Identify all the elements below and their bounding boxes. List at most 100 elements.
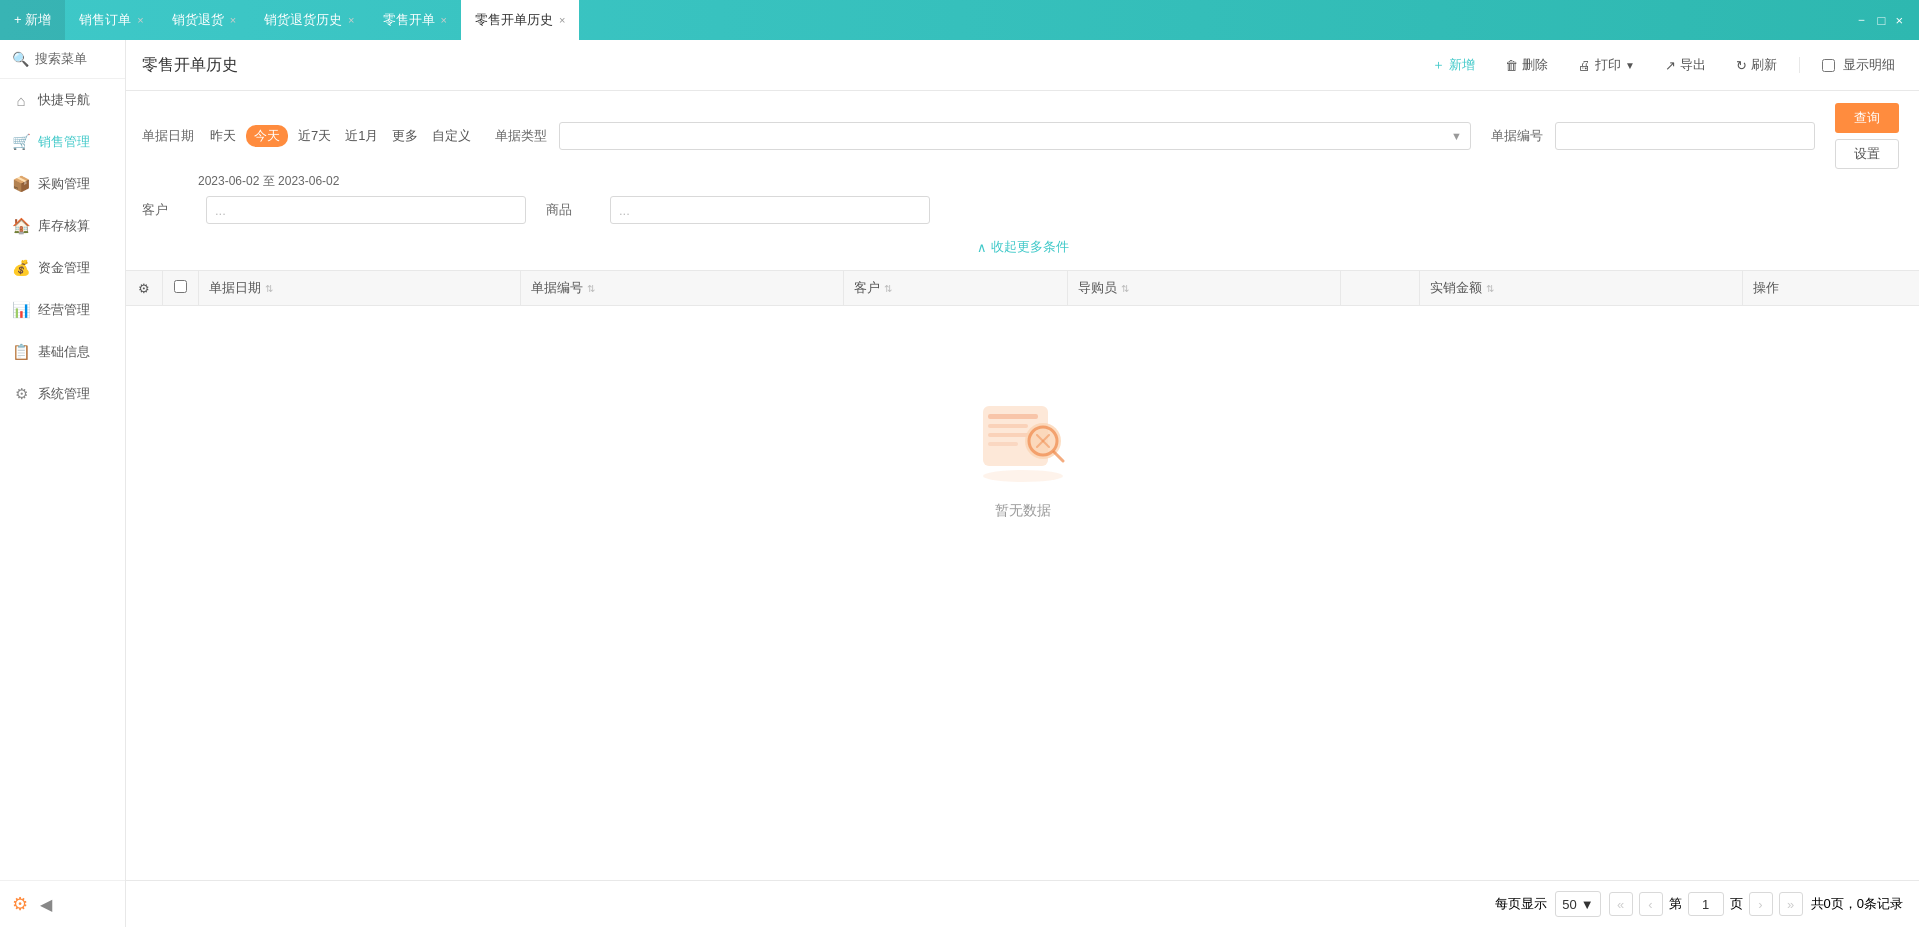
filter-date-item: 单据日期 昨天 今天 近7天 近1月 更多 自定义	[142, 125, 475, 147]
select-all-checkbox[interactable]	[174, 280, 187, 293]
svg-line-8	[1054, 452, 1063, 461]
doctype-select[interactable]: ▼	[559, 122, 1471, 150]
tab-retail-history-close[interactable]: ×	[559, 14, 565, 26]
page-label-after: 页	[1730, 895, 1743, 913]
search-icon: 🔍	[12, 51, 29, 67]
window-close-btn[interactable]: ×	[1895, 13, 1903, 28]
delete-button[interactable]: 🗑 删除	[1497, 52, 1556, 78]
action-buttons: 查询 设置	[1835, 103, 1903, 169]
tab-return-history[interactable]: 销货退货历史 ×	[250, 0, 368, 40]
docno-input[interactable]	[1555, 122, 1815, 150]
sidebar-item-basicinfo-label: 基础信息	[38, 343, 90, 361]
sidebar-item-quicknav[interactable]: ⌂ 快捷导航	[0, 79, 125, 121]
th-customer-sort[interactable]: 客户 ⇅	[854, 279, 1057, 297]
th-no-sort[interactable]: 单据编号 ⇅	[531, 279, 833, 297]
window-min-btn[interactable]: －	[1855, 11, 1868, 29]
refresh-icon: ↻	[1736, 58, 1747, 73]
sidebar-gear-icon[interactable]: ⚙	[12, 893, 28, 915]
print-icon: 🖨	[1578, 58, 1591, 73]
query-button[interactable]: 查询	[1835, 103, 1899, 133]
empty-cell: 暂无数据	[126, 306, 1919, 601]
refresh-button[interactable]: ↻ 刷新	[1728, 52, 1785, 78]
collapse-up-icon: ∧	[977, 240, 987, 255]
tab-sales-order-close[interactable]: ×	[137, 14, 143, 26]
th-amount-sort[interactable]: 实销金额 ⇅	[1430, 279, 1732, 297]
th-amount-label: 实销金额	[1430, 279, 1482, 297]
th-checkbox[interactable]	[162, 271, 198, 306]
tab-sales-order[interactable]: 销售订单 ×	[65, 0, 157, 40]
date-opt-1month[interactable]: 近1月	[341, 125, 382, 147]
setting-button[interactable]: 设置	[1835, 139, 1899, 169]
sidebar-search[interactable]: 🔍 搜索菜单	[0, 40, 125, 79]
customer-input[interactable]: ...	[206, 196, 526, 224]
th-action: 操作	[1743, 271, 1920, 306]
svg-point-0	[983, 470, 1063, 482]
toolbar: ＋ 新增 🗑 删除 🖨 打印 ▼ ↗ 导出 ↻ 刷新	[1424, 52, 1903, 78]
sidebar-item-system-label: 系统管理	[38, 385, 90, 403]
sidebar-item-inventory[interactable]: 🏠 库存核算	[0, 205, 125, 247]
th-date: 单据日期 ⇅	[198, 271, 521, 306]
th-gear[interactable]: ⚙	[126, 271, 162, 306]
sidebar-item-purchase-label: 采购管理	[38, 175, 90, 193]
last-page-btn[interactable]: »	[1779, 892, 1803, 916]
th-no: 单据编号 ⇅	[521, 271, 844, 306]
window-max-btn[interactable]: □	[1878, 13, 1886, 28]
sidebar-item-basicinfo[interactable]: 📋 基础信息	[0, 331, 125, 373]
next-page-btn[interactable]: ›	[1749, 892, 1773, 916]
customer-filter-label: 客户	[142, 201, 198, 219]
tab-home[interactable]: + 新增	[0, 0, 65, 40]
tab-return-label: 销货退货	[172, 11, 224, 29]
sidebar-item-system[interactable]: ⚙ 系统管理	[0, 373, 125, 415]
sidebar-item-operations[interactable]: 📊 经营管理	[0, 289, 125, 331]
svg-rect-3	[988, 424, 1028, 428]
content-area: 零售开单历史 ＋ 新增 🗑 删除 🖨 打印 ▼ ↗ 导出	[126, 40, 1919, 927]
date-opt-more[interactable]: 更多	[388, 125, 422, 147]
print-button[interactable]: 🖨 打印 ▼	[1570, 52, 1643, 78]
page-label-before: 第	[1669, 895, 1682, 913]
sidebar-item-sales[interactable]: 🛒 销售管理	[0, 121, 125, 163]
tab-retail-order[interactable]: 零售开单 ×	[369, 0, 461, 40]
th-spacer	[1340, 271, 1420, 306]
add-button[interactable]: ＋ 新增	[1424, 52, 1483, 78]
date-opt-custom[interactable]: 自定义	[428, 125, 475, 147]
export-button[interactable]: ↗ 导出	[1657, 52, 1714, 78]
display-detail-button[interactable]: 显示明细	[1814, 52, 1903, 78]
empty-text: 暂无数据	[995, 502, 1051, 520]
tab-retail-history[interactable]: 零售开单历史 ×	[461, 0, 579, 40]
tab-return-history-close[interactable]: ×	[348, 14, 354, 26]
sidebar-item-purchase[interactable]: 📦 采购管理	[0, 163, 125, 205]
filter-docno-item: 单据编号	[1491, 122, 1815, 150]
salesperson-sort-icon: ⇅	[1121, 283, 1129, 294]
purchase-icon: 📦	[12, 175, 30, 193]
window-controls: － □ ×	[1839, 11, 1919, 29]
sidebar-item-sales-label: 销售管理	[38, 133, 90, 151]
first-page-btn[interactable]: «	[1609, 892, 1633, 916]
goods-input[interactable]: ...	[610, 196, 930, 224]
th-customer-label: 客户	[854, 279, 880, 297]
date-opt-yesterday[interactable]: 昨天	[206, 125, 240, 147]
collapse-bar[interactable]: ∧ 收起更多条件	[142, 234, 1903, 264]
sidebar-item-finance-label: 资金管理	[38, 259, 90, 277]
date-opt-7days[interactable]: 近7天	[294, 125, 335, 147]
tab-retail-order-close[interactable]: ×	[441, 14, 447, 26]
system-icon: ⚙	[12, 385, 30, 403]
sidebar-collapse-icon[interactable]: ◀	[40, 895, 52, 914]
top-bar: + 新增 销售订单 × 销货退货 × 销货退货历史 × 零售开单 × 零售开单历…	[0, 0, 1919, 40]
gear-icon[interactable]: ⚙	[138, 281, 150, 296]
display-detail-checkbox[interactable]	[1822, 59, 1835, 72]
tab-home-label: + 新增	[14, 11, 51, 29]
prev-page-btn[interactable]: ‹	[1639, 892, 1663, 916]
tab-return[interactable]: 销货退货 ×	[158, 0, 250, 40]
th-salesperson-sort[interactable]: 导购员 ⇅	[1078, 279, 1330, 297]
date-opt-today[interactable]: 今天	[246, 125, 288, 147]
delete-icon: 🗑	[1505, 58, 1518, 73]
th-salesperson-label: 导购员	[1078, 279, 1117, 297]
customer-input-placeholder: ...	[215, 203, 226, 218]
sidebar-search-label: 搜索菜单	[35, 50, 87, 68]
tab-return-close[interactable]: ×	[230, 14, 236, 26]
th-date-label: 单据日期	[209, 279, 261, 297]
th-date-sort[interactable]: 单据日期 ⇅	[209, 279, 511, 297]
sidebar-item-finance[interactable]: 💰 资金管理	[0, 247, 125, 289]
page-size-select[interactable]: 50 ▼	[1555, 891, 1600, 917]
page-number-input[interactable]	[1688, 892, 1724, 916]
